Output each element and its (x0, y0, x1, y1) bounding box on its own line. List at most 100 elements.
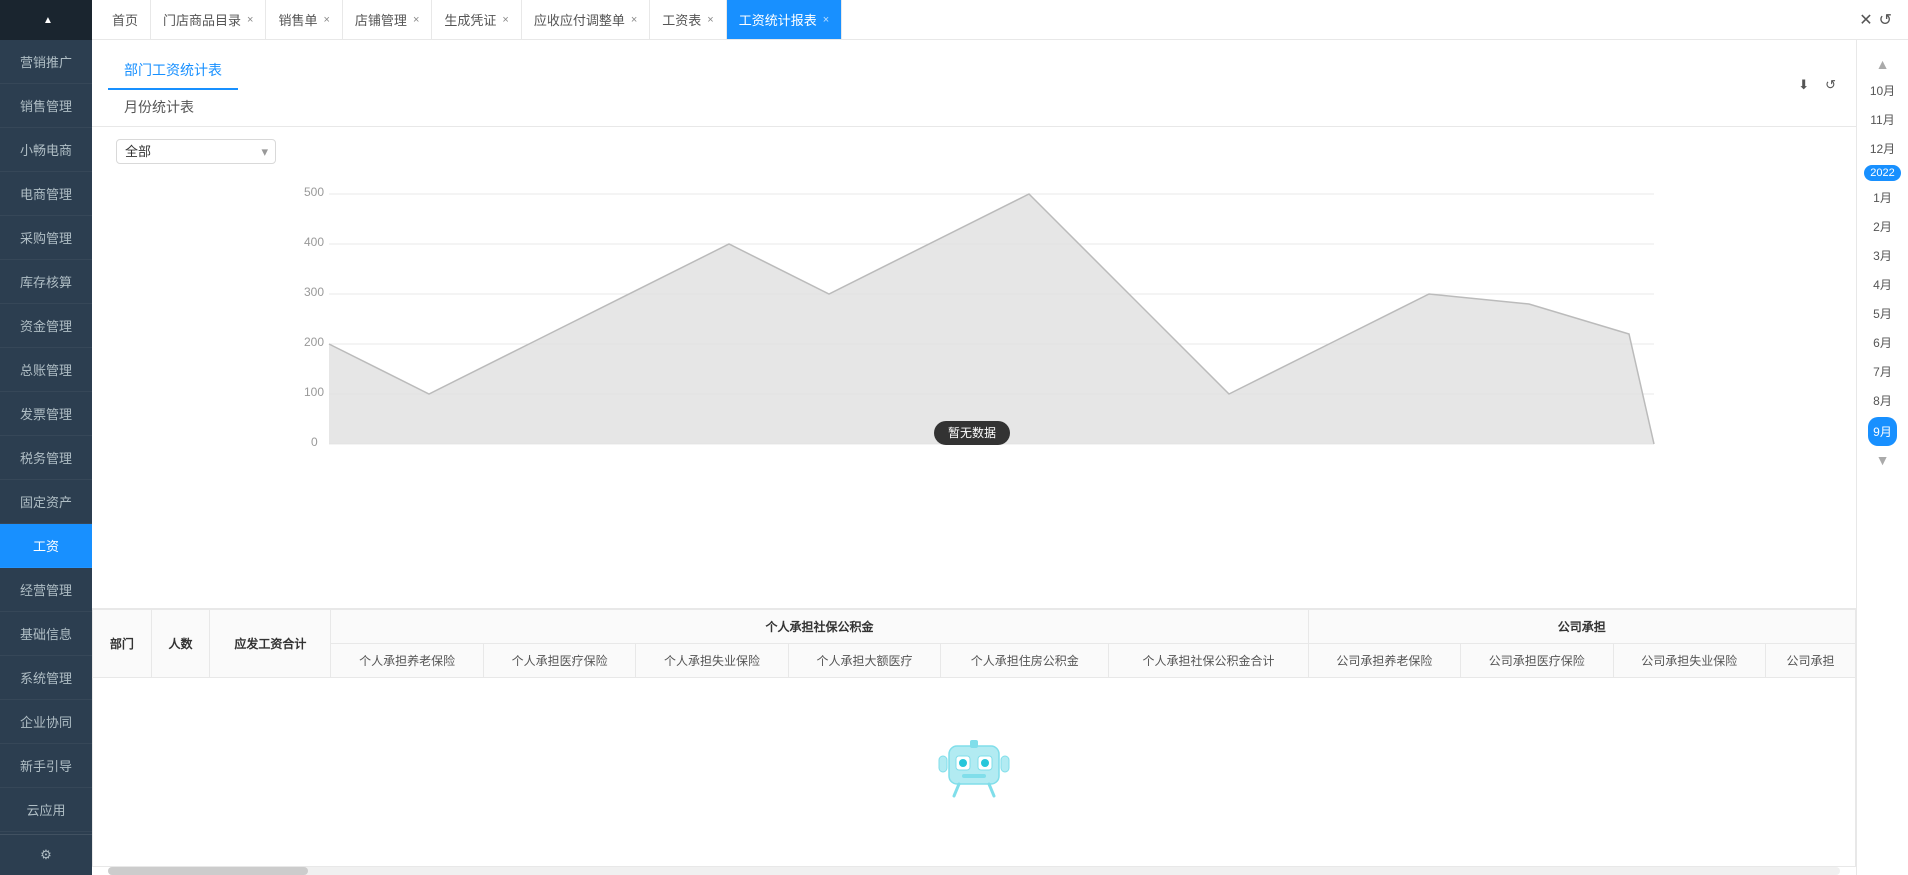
timeline-item-3月[interactable]: 3月 (1864, 241, 1900, 270)
scrollbar-thumb[interactable] (108, 867, 308, 875)
timeline-item-7月[interactable]: 7月 (1864, 357, 1900, 386)
timeline-item-8月[interactable]: 8月 (1864, 386, 1900, 415)
tab-label: 店铺管理 (355, 10, 407, 29)
department-select[interactable]: 全部 (116, 139, 276, 164)
sidebar: ▲ 营销推广销售管理小畅电商电商管理采购管理库存核算资金管理总账管理发票管理税务… (0, 0, 92, 875)
timeline-item-12月[interactable]: 12月 (1864, 134, 1900, 163)
tab-close-icon[interactable]: × (707, 14, 713, 26)
sidebar-item-固定资产[interactable]: 固定资产 (0, 480, 92, 524)
refresh-page-icon[interactable]: ↺ (1879, 10, 1892, 30)
tab-工资表[interactable]: 工资表× (650, 0, 726, 40)
tab-销售单[interactable]: 销售单 × (266, 0, 342, 40)
col-personal-major-medical: 个人承担大额医疗 (788, 644, 940, 678)
sub-tab-actions: ⬇ ↺ (1798, 77, 1840, 101)
col-company-other: 公司承担 (1765, 644, 1855, 678)
svg-text:200: 200 (304, 335, 324, 349)
department-select-wrapper: 全部 (116, 139, 276, 164)
col-total-salary: 应发工资合计 (210, 610, 331, 678)
table-empty-cell (93, 678, 1856, 867)
sidebar-item-新手引导[interactable]: 新手引导 (0, 744, 92, 788)
sidebar-item-营销推广[interactable]: 营销推广 (0, 40, 92, 84)
sub-tab-部门工资统计表[interactable]: 部门工资统计表 (108, 52, 238, 90)
col-group-personal: 个人承担社保公积金 (331, 610, 1308, 644)
sidebar-item-库存核算[interactable]: 库存核算 (0, 260, 92, 304)
sidebar-item-基础信息[interactable]: 基础信息 (0, 612, 92, 656)
sub-tabs: 部门工资统计表月份统计表 ⬇ ↺ (92, 40, 1856, 127)
sidebar-item-云应用[interactable]: 云应用 (0, 788, 92, 832)
tab-label: 首页 (112, 10, 138, 29)
svg-text:300: 300 (304, 285, 324, 299)
sidebar-item-总账管理[interactable]: 总账管理 (0, 348, 92, 392)
filter-row: 全部 (92, 127, 1856, 176)
sidebar-item-经营管理[interactable]: 经营管理 (0, 568, 92, 612)
tab-close-icon[interactable]: × (413, 14, 419, 26)
download-button[interactable]: ⬇ (1798, 77, 1813, 93)
sidebar-item-销售管理[interactable]: 销售管理 (0, 84, 92, 128)
close-all-icon[interactable]: ✕ (1859, 10, 1872, 30)
tab-店铺管理[interactable]: 店铺管理 × (343, 0, 432, 40)
tab-工资统计报表[interactable]: 工资统计报表 × (727, 0, 842, 40)
sidebar-items: 营销推广销售管理小畅电商电商管理采购管理库存核算资金管理总账管理发票管理税务管理… (0, 40, 92, 832)
svg-text:100: 100 (304, 385, 324, 399)
timeline-item-2月[interactable]: 2月 (1864, 212, 1900, 241)
timeline-item-4月[interactable]: 4月 (1864, 270, 1900, 299)
tab-label: 生成凭证 (444, 10, 496, 29)
tab-首页[interactable]: 首页 (100, 0, 151, 40)
refresh-icon: ↺ (1825, 77, 1836, 93)
tab-label: 应收应付调整单 (534, 10, 625, 29)
sidebar-item-企业协同[interactable]: 企业协同 (0, 700, 92, 744)
col-personal-total: 个人承担社保公积金合计 (1109, 644, 1308, 678)
timeline-up-nav[interactable]: ▲ (1872, 52, 1894, 76)
sidebar-item-采购管理[interactable]: 采购管理 (0, 216, 92, 260)
sidebar-item-小畅电商[interactable]: 小畅电商 (0, 128, 92, 172)
svg-text:500: 500 (304, 185, 324, 199)
tab-门店商品目录[interactable]: 门店商品目录× (151, 0, 266, 40)
timeline-item-2022[interactable]: 2022 (1864, 165, 1900, 181)
empty-state (103, 686, 1845, 858)
timeline-item-9月[interactable]: 9月 (1868, 417, 1896, 446)
sub-tab-月份统计表[interactable]: 月份统计表 (108, 89, 238, 127)
sidebar-footer-settings[interactable]: ⚙ (0, 834, 92, 875)
timeline-item-5月[interactable]: 5月 (1864, 299, 1900, 328)
timeline-item-1月[interactable]: 1月 (1864, 183, 1900, 212)
col-personal-housing: 个人承担住房公积金 (941, 644, 1109, 678)
table-container: 部门 人数 应发工资合计 个人承担社保公积金 公司承担 个人承担养老保险 个人承… (92, 608, 1856, 867)
tab-close-icon[interactable]: × (823, 14, 829, 26)
timeline-item-10月[interactable]: 10月 (1864, 76, 1900, 105)
tab-close-icon[interactable]: × (247, 14, 253, 26)
tab-生成凭证[interactable]: 生成凭证 × (432, 0, 521, 40)
sidebar-header[interactable]: ▲ (0, 0, 92, 40)
sidebar-item-资金管理[interactable]: 资金管理 (0, 304, 92, 348)
chart-container: 500 400 300 200 100 0 (92, 176, 1856, 608)
tab-应收应付调整单[interactable]: 应收应付调整单 × (522, 0, 650, 40)
tab-close-icon[interactable]: × (631, 14, 637, 26)
timeline-item-11月[interactable]: 11月 (1864, 105, 1900, 134)
svg-text:0: 0 (311, 435, 318, 449)
refresh-button[interactable]: ↺ (1825, 77, 1840, 93)
tab-label: 销售单 (278, 10, 317, 29)
col-group-company: 公司承担 (1308, 610, 1855, 644)
sidebar-item-系统管理[interactable]: 系统管理 (0, 656, 92, 700)
sidebar-item-税务管理[interactable]: 税务管理 (0, 436, 92, 480)
col-department: 部门 (93, 610, 152, 678)
svg-text:暂无数据: 暂无数据 (948, 425, 996, 440)
horizontal-scrollbar[interactable] (108, 867, 1840, 875)
timeline-panel: ▲ 10月11月12月 2022 1月2月3月4月5月6月7月8月9月 ▼ (1856, 40, 1908, 875)
sidebar-item-工资[interactable]: 工资 (0, 524, 92, 568)
tab-close-icon[interactable]: × (502, 14, 508, 26)
tab-bar-actions: ✕ ↺ (1851, 10, 1900, 30)
col-company-pension: 公司承担养老保险 (1308, 644, 1460, 678)
tab-bar: 首页门店商品目录×销售单×店铺管理×生成凭证×应收应付调整单×工资表×工资统计报… (92, 0, 1908, 40)
timeline-down-nav[interactable]: ▼ (1872, 448, 1894, 472)
timeline-items: 10月11月12月 2022 1月2月3月4月5月6月7月8月9月 (1864, 76, 1900, 448)
sidebar-toggle-icon[interactable]: ▲ (43, 15, 53, 26)
sidebar-item-电商管理[interactable]: 电商管理 (0, 172, 92, 216)
tab-label: 工资统计报表 (739, 10, 817, 29)
settings-icon: ⚙ (40, 847, 52, 862)
tab-close-icon[interactable]: × (323, 14, 329, 26)
col-personal-unemployment: 个人承担失业保险 (636, 644, 788, 678)
col-company-unemployment: 公司承担失业保险 (1613, 644, 1765, 678)
timeline-item-6月[interactable]: 6月 (1864, 328, 1900, 357)
sidebar-item-发票管理[interactable]: 发票管理 (0, 392, 92, 436)
page-content: 部门工资统计表月份统计表 ⬇ ↺ 全部 (92, 40, 1856, 875)
